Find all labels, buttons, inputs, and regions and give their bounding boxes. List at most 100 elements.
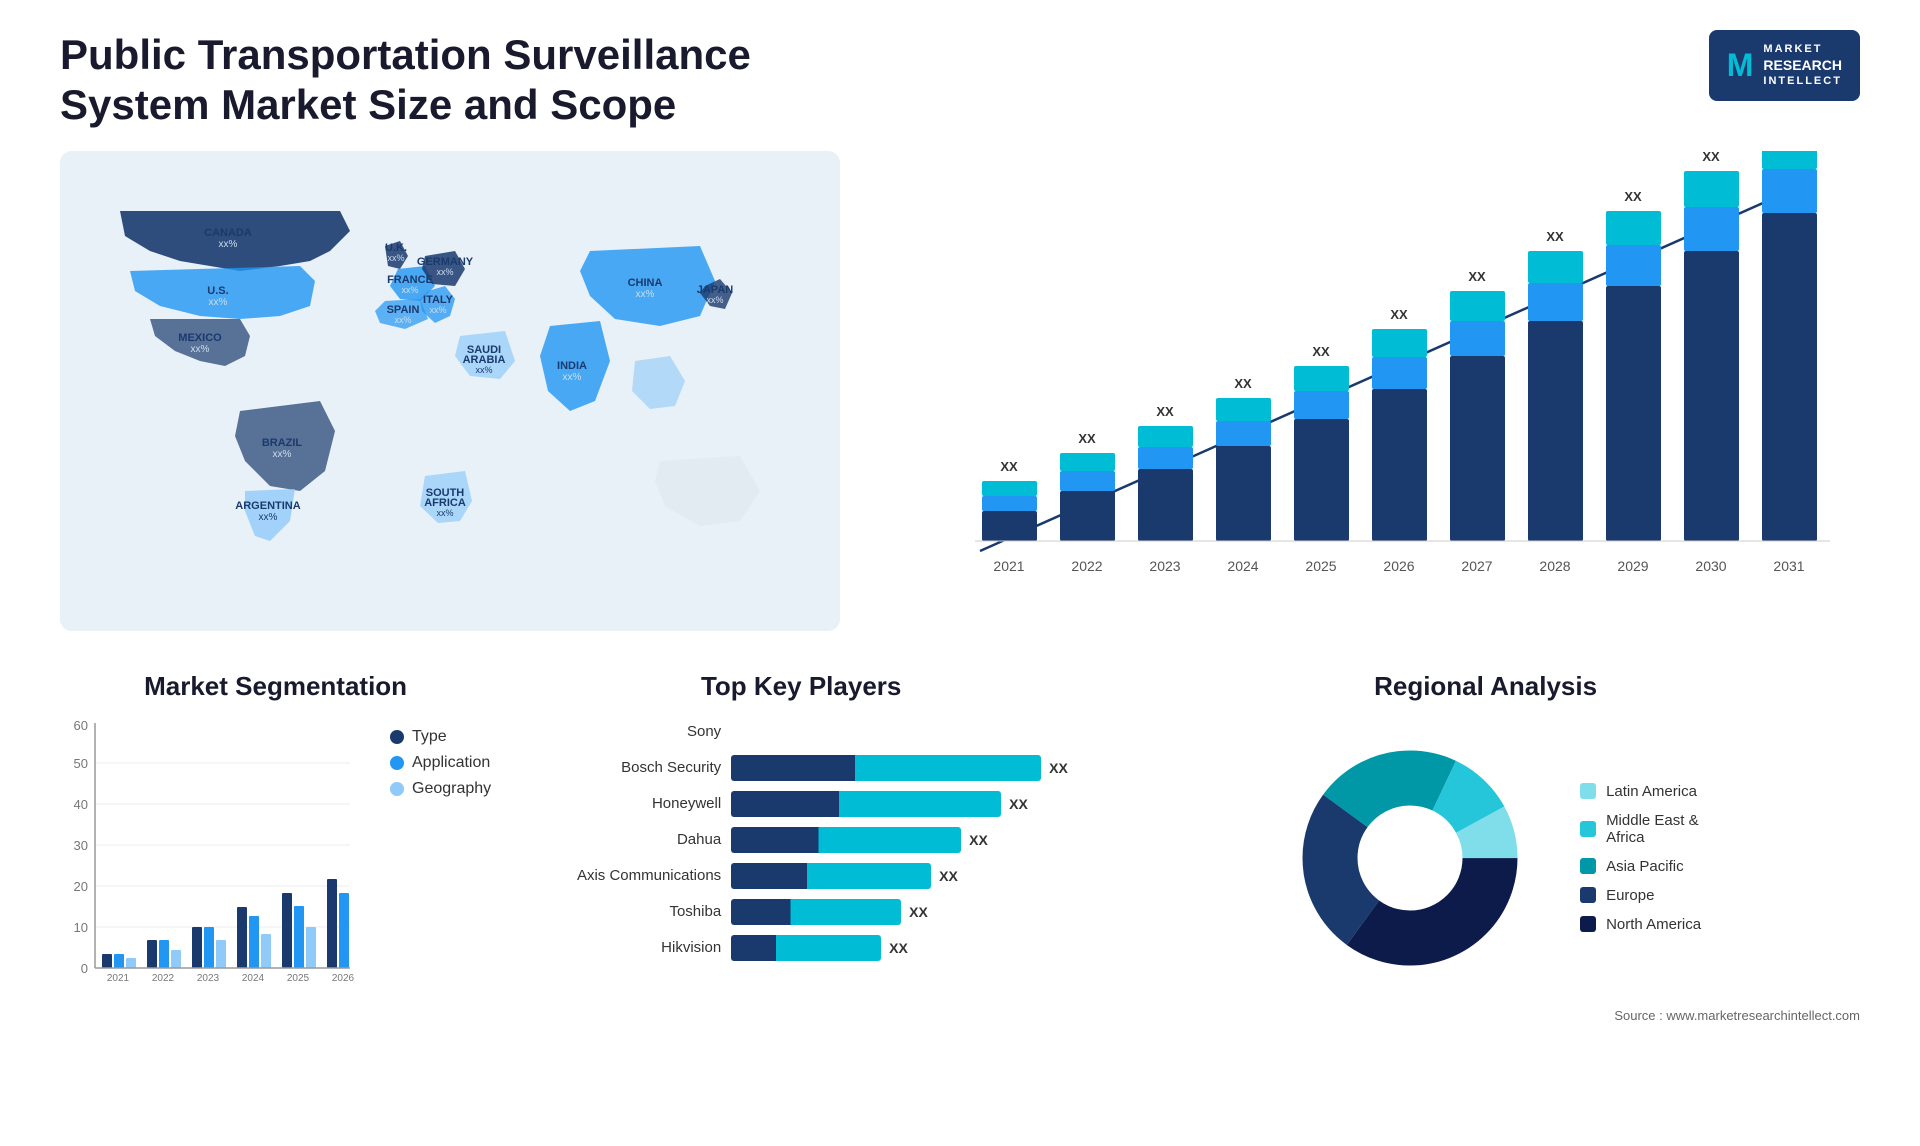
regional-content: Latin America Middle East &Africa Asia P… (1111, 718, 1860, 998)
svg-text:xx%: xx% (387, 253, 404, 263)
svg-text:xx%: xx% (394, 315, 411, 325)
world-map-svg: CANADA xx% U.S. xx% MEXICO xx% BRAZIL xx… (60, 151, 840, 631)
val-bosch: XX (1049, 760, 1068, 776)
svg-text:xx%: xx% (259, 512, 278, 523)
svg-text:XX: XX (1234, 376, 1252, 391)
svg-text:XX: XX (1312, 344, 1330, 359)
player-name-bosch: Bosch Security (521, 759, 721, 776)
svg-text:10: 10 (74, 920, 88, 935)
svg-text:2026: 2026 (332, 973, 355, 984)
logo-text: MARKET RESEARCH INTELLECT (1763, 42, 1842, 89)
svg-text:BRAZIL: BRAZIL (262, 437, 303, 449)
dot-asia-pacific (1580, 858, 1596, 874)
svg-text:xx%: xx% (273, 449, 292, 460)
map-container: CANADA xx% U.S. xx% MEXICO xx% BRAZIL xx… (60, 151, 840, 631)
svg-text:INDIA: INDIA (557, 360, 587, 372)
svg-text:2031: 2031 (1773, 558, 1804, 574)
bar-dahua-fill (731, 827, 961, 853)
bar-axis-fill (731, 863, 931, 889)
legend-application: Application (390, 754, 491, 772)
svg-text:2024: 2024 (1227, 558, 1258, 574)
svg-text:xx%: xx% (475, 365, 492, 375)
geo-dot (390, 782, 404, 796)
source-text: Source : www.marketresearchintellect.com (1111, 1008, 1860, 1023)
bar-toshiba: XX (731, 898, 1081, 926)
key-players-title: Top Key Players (521, 671, 1081, 702)
dot-latin-america (1580, 783, 1596, 799)
bar-chart-container: XX 2021 XX 2022 XX 2023 XX 2024 (880, 151, 1860, 631)
page-title: Public Transportation Surveillance Syste… (60, 30, 760, 131)
bar-bosch-fill (731, 755, 1041, 781)
val-toshiba: XX (909, 904, 928, 920)
svg-text:MEXICO: MEXICO (178, 332, 222, 344)
svg-text:2025: 2025 (287, 973, 310, 984)
svg-text:XX: XX (1702, 151, 1720, 164)
svg-text:xx%: xx% (706, 295, 723, 305)
legend-north-america: North America (1580, 916, 1701, 933)
svg-text:60: 60 (74, 718, 88, 733)
svg-text:2025: 2025 (1305, 558, 1336, 574)
svg-text:2027: 2027 (1461, 558, 1492, 574)
svg-text:2022: 2022 (152, 973, 175, 984)
svg-text:xx%: xx% (209, 297, 228, 308)
svg-text:0: 0 (81, 961, 88, 976)
bar-hikvision: XX (731, 934, 1081, 962)
svg-text:2021: 2021 (993, 558, 1024, 574)
bottom-section: Market Segmentation 0 10 20 30 40 50 60 (60, 671, 1860, 1111)
key-players: Top Key Players Sony Bosch Security XX H… (521, 671, 1081, 1111)
player-name-toshiba: Toshiba (521, 903, 721, 920)
player-bar-sony (731, 718, 1081, 746)
svg-text:U.S.: U.S. (207, 285, 228, 297)
svg-text:XX: XX (1546, 229, 1564, 244)
player-name-hikvision: Hikvision (521, 939, 721, 956)
regional-analysis: Regional Analysis (1111, 671, 1860, 1111)
val-hikvision: XX (889, 940, 908, 956)
player-name-honeywell: Honeywell (521, 795, 721, 812)
bar-honeywell-fill (731, 791, 1001, 817)
svg-text:2023: 2023 (1149, 558, 1180, 574)
player-name-dahua: Dahua (521, 831, 721, 848)
svg-text:CHINA: CHINA (628, 277, 663, 289)
svg-text:2026: 2026 (1383, 558, 1414, 574)
svg-text:30: 30 (74, 838, 88, 853)
player-axis: Axis Communications XX (521, 862, 1081, 890)
svg-text:2030: 2030 (1695, 558, 1726, 574)
svg-text:XX: XX (1000, 459, 1018, 474)
svg-text:xx%: xx% (563, 372, 582, 383)
segmentation-svg: 0 10 20 30 40 50 60 (60, 718, 360, 998)
player-honeywell: Honeywell XX (521, 790, 1081, 818)
bar-honeywell: XX (731, 790, 1081, 818)
segmentation-title: Market Segmentation (60, 671, 491, 702)
legend-europe: Europe (1580, 887, 1701, 904)
regional-title: Regional Analysis (1111, 671, 1860, 702)
svg-text:xx%: xx% (191, 344, 210, 355)
top-section: CANADA xx% U.S. xx% MEXICO xx% BRAZIL xx… (60, 151, 1860, 631)
bar-bosch: XX (731, 754, 1081, 782)
svg-text:2028: 2028 (1539, 558, 1570, 574)
bar-dahua: XX (731, 826, 1081, 854)
svg-text:XX: XX (1156, 404, 1174, 419)
bar-hikvision-fill (731, 935, 881, 961)
logo-m-letter: M (1727, 45, 1754, 87)
svg-text:CANADA: CANADA (204, 227, 252, 239)
val-dahua: XX (969, 832, 988, 848)
svg-text:2029: 2029 (1617, 558, 1648, 574)
segmentation-legend: Type Application Geography (390, 728, 491, 798)
svg-text:XX: XX (1078, 431, 1096, 446)
header: Public Transportation Surveillance Syste… (60, 30, 1860, 131)
page-container: Public Transportation Surveillance Syste… (0, 0, 1920, 1146)
legend-geography: Geography (390, 780, 491, 798)
svg-text:xx%: xx% (636, 289, 655, 300)
svg-text:xx%: xx% (429, 305, 446, 315)
logo-area: M MARKET RESEARCH INTELLECT (1709, 30, 1860, 101)
type-dot (390, 730, 404, 744)
dot-europe (1580, 887, 1596, 903)
val-axis: XX (939, 868, 958, 884)
segment-chart: Market Segmentation 0 10 20 30 40 50 60 (60, 671, 491, 1111)
svg-text:XX: XX (1624, 189, 1642, 204)
svg-text:XX: XX (1468, 269, 1486, 284)
svg-text:2023: 2023 (197, 973, 220, 984)
svg-text:XX: XX (1390, 307, 1408, 322)
svg-text:xx%: xx% (219, 239, 238, 250)
bar-axis: XX (731, 862, 1081, 890)
